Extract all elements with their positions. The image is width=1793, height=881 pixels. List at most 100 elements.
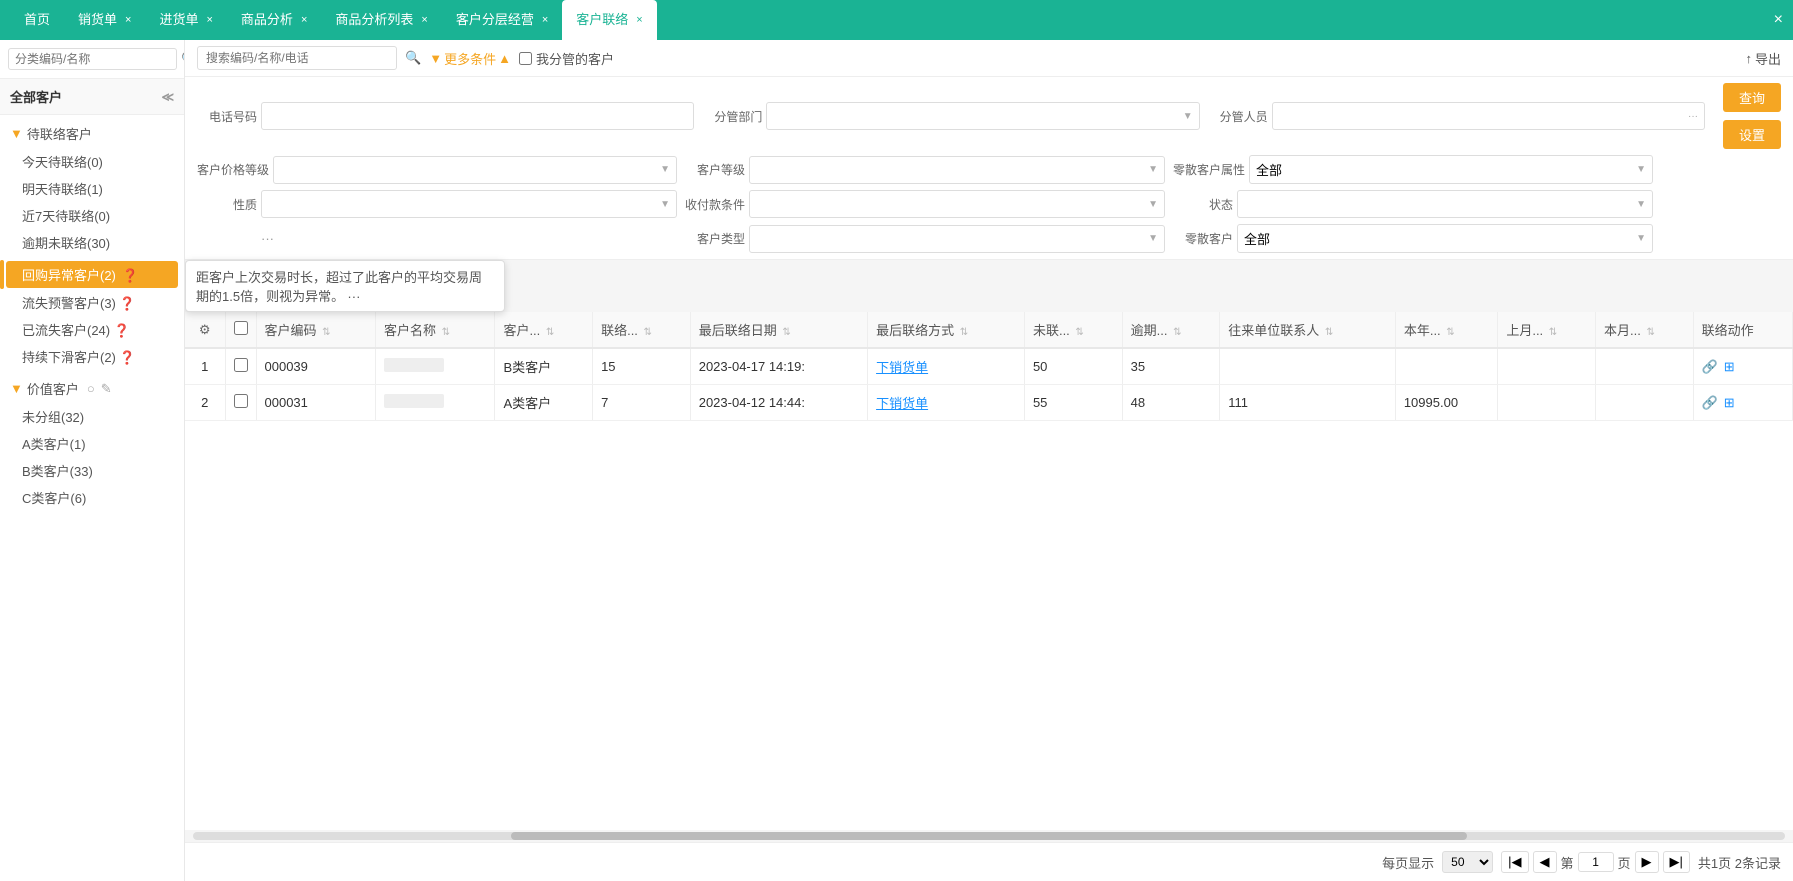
sidebar-item-class-c[interactable]: C类客户(6) bbox=[0, 484, 184, 511]
price-tier-select[interactable]: ▼ bbox=[273, 156, 677, 184]
nature-select[interactable]: ▼ bbox=[261, 190, 677, 218]
manager-select[interactable]: ··· bbox=[1272, 102, 1705, 130]
prev-page-button[interactable]: ◀ bbox=[1533, 851, 1557, 873]
customer-tier-select[interactable]: ▼ bbox=[749, 156, 1165, 184]
filter-dots: ··· bbox=[197, 231, 677, 246]
close-icon[interactable]: × bbox=[421, 0, 427, 40]
sidebar-item-lost-warning[interactable]: 流失预警客户(3) ❓ bbox=[0, 289, 184, 316]
cell-name[interactable] bbox=[375, 385, 494, 421]
edit-icon[interactable]: ✎ bbox=[101, 381, 112, 397]
page-input[interactable] bbox=[1578, 852, 1614, 872]
sort-icon[interactable]: ⇅ bbox=[546, 327, 554, 338]
select-all-checkbox[interactable] bbox=[234, 321, 248, 335]
sort-icon[interactable]: ⇅ bbox=[322, 327, 330, 338]
nav-home[interactable]: 首页 bbox=[10, 0, 64, 40]
last-page-button[interactable]: ▶| bbox=[1663, 851, 1690, 873]
advanced-filter: 电话号码 分管部门 ▼ 分管人员 ··· bbox=[185, 77, 1793, 260]
search-input[interactable] bbox=[197, 46, 397, 70]
payment-select[interactable]: ▼ bbox=[749, 190, 1165, 218]
nav-product-analysis[interactable]: 商品分析 × bbox=[227, 0, 321, 40]
filter-scattered-attr: 零散客户属性 全部 ▼ bbox=[1173, 155, 1653, 184]
sort-icon[interactable]: ⇅ bbox=[1075, 327, 1083, 338]
more-dots[interactable]: ··· bbox=[261, 231, 274, 246]
last-method-link[interactable]: 下销货单 bbox=[876, 360, 928, 375]
action-icons: 🔗 ⊞ bbox=[1702, 359, 1784, 375]
export-button[interactable]: ↑ 导出 bbox=[1745, 49, 1781, 68]
scrollbar-thumb[interactable] bbox=[511, 832, 1466, 840]
sort-icon[interactable]: ⇅ bbox=[442, 327, 450, 338]
sort-icon[interactable]: ⇅ bbox=[1173, 327, 1181, 338]
sidebar-item-class-a[interactable]: A类客户(1) bbox=[0, 430, 184, 457]
cell-last-date: 2023-04-17 14:19: bbox=[690, 348, 867, 385]
th-last-contact-method: 最后联络方式 ⇅ bbox=[868, 312, 1025, 348]
cell-name[interactable] bbox=[375, 348, 494, 385]
sidebar-item-declining[interactable]: 持续下滑客户(2) ❓ bbox=[0, 343, 184, 370]
nav-product-analysis-list[interactable]: 商品分析列表 × bbox=[321, 0, 441, 40]
sort-icon[interactable]: ⇅ bbox=[1549, 327, 1557, 338]
sidebar-search-input[interactable] bbox=[8, 48, 177, 70]
value-group-title[interactable]: ▼ 价值客户 ○ ✎ bbox=[0, 374, 184, 403]
dept-select[interactable]: ▼ bbox=[766, 102, 1199, 130]
sidebar-item-already-lost[interactable]: 已流失客户(24) ❓ bbox=[0, 316, 184, 343]
scattered-customer-select[interactable]: 全部 ▼ bbox=[1237, 224, 1653, 253]
sort-icon[interactable]: ⇅ bbox=[1446, 327, 1454, 338]
close-icon[interactable]: × bbox=[125, 0, 131, 40]
pending-group: ▼ 待联络客户 今天待联络(0) 明天待联络(1) 近7天待联络(0) 逾期未联… bbox=[0, 115, 184, 260]
sidebar-item-class-b[interactable]: B类客户(33) bbox=[0, 457, 184, 484]
row-checkbox[interactable] bbox=[234, 394, 248, 408]
nav-sales-order[interactable]: 销货单 × bbox=[64, 0, 145, 40]
sort-icon[interactable]: ⇅ bbox=[1325, 327, 1333, 338]
horizontal-scrollbar[interactable] bbox=[185, 830, 1793, 842]
chevron-down-icon: ▼ bbox=[1636, 233, 1646, 244]
phone-input[interactable] bbox=[261, 102, 694, 130]
set-button[interactable]: 设置 bbox=[1723, 120, 1781, 149]
search-icon[interactable]: 🔍 bbox=[405, 50, 421, 66]
query-button[interactable]: 查询 bbox=[1723, 83, 1781, 112]
settings-icon[interactable]: ⚙ bbox=[199, 322, 211, 337]
sidebar-item-today[interactable]: 今天待联络(0) bbox=[0, 148, 184, 175]
link-icon[interactable]: 🔗 bbox=[1702, 395, 1718, 411]
nav-customer-tier[interactable]: 客户分层经营 × bbox=[442, 0, 562, 40]
more-conditions-button[interactable]: ▼ 更多条件 ▲ bbox=[429, 49, 511, 68]
sort-icon[interactable]: ⇅ bbox=[960, 327, 968, 338]
sidebar-item-overdue[interactable]: 逾期未联络(30) bbox=[0, 229, 184, 256]
last-method-link[interactable]: 下销货单 bbox=[876, 396, 928, 411]
nav-purchase-order[interactable]: 进货单 × bbox=[145, 0, 226, 40]
sidebar-item-tomorrow[interactable]: 明天待联络(1) bbox=[0, 175, 184, 202]
chevron-down-icon: ▼ bbox=[660, 164, 670, 175]
customer-type-select[interactable]: ▼ bbox=[749, 225, 1165, 253]
collapse-icon[interactable]: ≪ bbox=[161, 90, 174, 104]
scattered-attr-label: 零散客户属性 bbox=[1173, 161, 1245, 178]
close-icon[interactable]: × bbox=[542, 0, 548, 40]
close-all-button[interactable]: × bbox=[1774, 11, 1783, 29]
close-icon[interactable]: × bbox=[636, 0, 642, 40]
close-icon[interactable]: × bbox=[206, 0, 212, 40]
filter-status: 状态 ▼ bbox=[1173, 190, 1653, 218]
pending-group-title[interactable]: ▼ 待联络客户 bbox=[0, 119, 184, 148]
th-this-month: 本月... ⇅ bbox=[1595, 312, 1693, 348]
sort-icon[interactable]: ⇅ bbox=[782, 327, 790, 338]
status-select[interactable]: ▼ bbox=[1237, 190, 1653, 218]
chevron-down-icon: ▼ bbox=[1636, 199, 1646, 210]
manager-label: 分管人员 bbox=[1208, 108, 1268, 125]
first-page-button[interactable]: |◀ bbox=[1501, 851, 1528, 873]
next-page-button[interactable]: ▶ bbox=[1635, 851, 1659, 873]
close-icon[interactable]: × bbox=[301, 0, 307, 40]
sidebar-item-ungrouped[interactable]: 未分组(32) bbox=[0, 403, 184, 430]
per-page-select[interactable]: 50 100 200 bbox=[1442, 851, 1493, 873]
row-checkbox[interactable] bbox=[234, 358, 248, 372]
chevron-down-icon: ▼ bbox=[1148, 164, 1158, 175]
sort-icon[interactable]: ⇅ bbox=[644, 327, 652, 338]
nav-customer-contact[interactable]: 客户联络 × bbox=[562, 0, 656, 40]
th-last-contact-date: 最后联络日期 ⇅ bbox=[690, 312, 867, 348]
sort-icon[interactable]: ⇅ bbox=[1646, 327, 1654, 338]
value-group: ▼ 价值客户 ○ ✎ 未分组(32) A类客户(1) B类客户(33) C类客户… bbox=[0, 370, 184, 515]
scattered-attr-select[interactable]: 全部 ▼ bbox=[1249, 155, 1653, 184]
link-icon[interactable]: 🔗 bbox=[1702, 359, 1718, 375]
my-customer-checkbox-label[interactable]: 我分管的客户 bbox=[519, 49, 614, 68]
grid-icon[interactable]: ⊞ bbox=[1724, 359, 1735, 375]
sidebar-item-repurchase[interactable]: 回购异常客户(2) ❓ bbox=[6, 261, 178, 288]
my-customer-checkbox[interactable] bbox=[519, 52, 532, 65]
grid-icon[interactable]: ⊞ bbox=[1724, 395, 1735, 411]
sidebar-item-7days[interactable]: 近7天待联络(0) bbox=[0, 202, 184, 229]
